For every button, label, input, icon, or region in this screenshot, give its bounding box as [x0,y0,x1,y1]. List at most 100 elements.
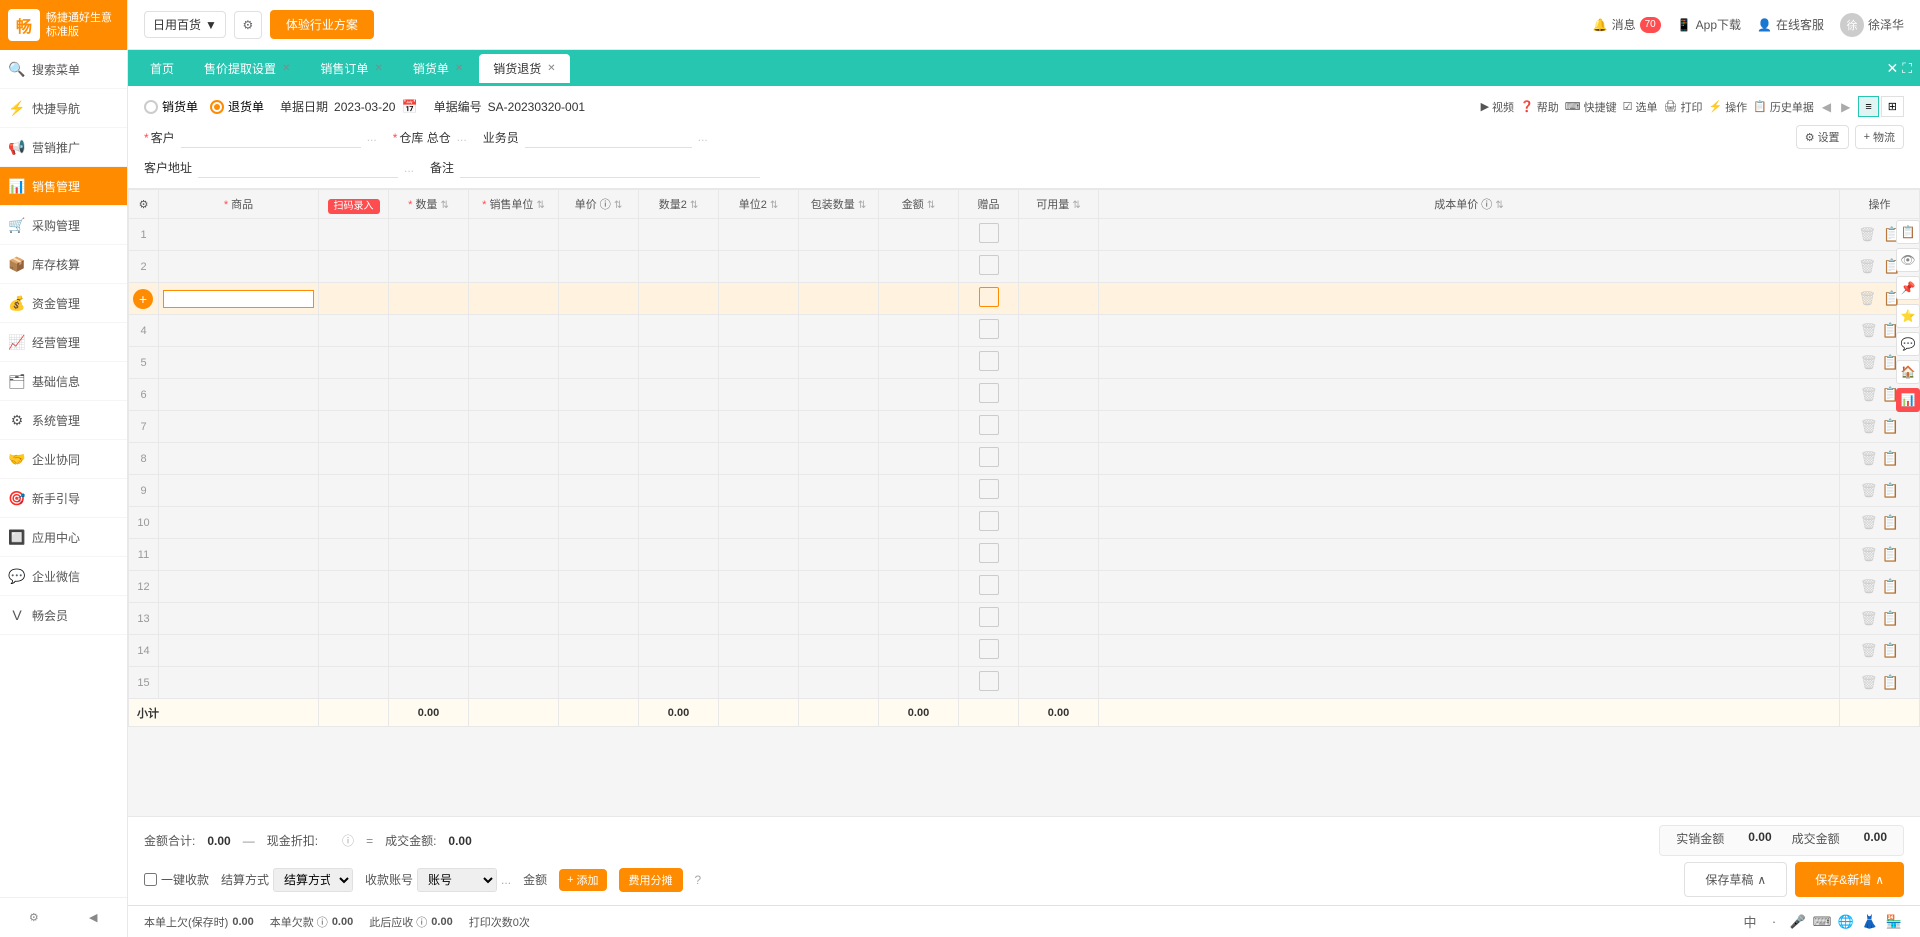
delete-row-7[interactable]: 🗑 [1860,418,1878,434]
sidebar-item-coop[interactable]: 🤝 企业协同 [0,440,127,479]
customer-dots[interactable]: ... [367,130,377,144]
right-panel-icon-2[interactable]: 👁 [1896,248,1920,272]
cost-sort-icon[interactable]: ⇅ [1495,200,1503,211]
tab-close-order[interactable]: ✕ [374,63,382,74]
user-menu[interactable]: 徐 徐泽华 [1840,13,1904,37]
payment-checkbox[interactable] [144,873,157,886]
scan-btn[interactable]: 扫码录入 [328,199,380,214]
tab-close-sale[interactable]: ✕ [455,63,463,74]
help-circle-icon[interactable]: ⓘ [342,832,354,849]
radio-return-order[interactable]: 退货单 [210,98,264,115]
statusbar-icon-1[interactable]: 中 [1740,912,1760,932]
amount-sort-icon[interactable]: ⇅ [927,200,935,211]
copy-row-12[interactable]: 📋 [1882,578,1899,594]
sidebar-item-purchase[interactable]: 🛒 采购管理 [0,206,127,245]
gift-check-11[interactable] [979,543,999,563]
copy-row-10[interactable]: 📋 [1882,514,1899,530]
gift-check-1[interactable] [979,223,999,243]
delete-row-2[interactable]: 🗑 [1858,258,1876,274]
sidebar-item-operation[interactable]: 📈 经营管理 [0,323,127,362]
right-panel-icon-1[interactable]: 📋 [1896,220,1920,244]
sidebar-item-shortcut[interactable]: ⚡ 快捷导航 [0,89,127,128]
sidebar-item-marketing[interactable]: 📢 营销推广 [0,128,127,167]
shortcut-btn[interactable]: ⌨ 快捷键 [1565,99,1617,115]
fee-help-icon[interactable]: ? [695,873,702,887]
message-btn[interactable]: 🔔 消息 70 [1593,16,1661,33]
gift-check-2[interactable] [979,255,999,275]
copy-row-11[interactable]: 📋 [1882,546,1899,562]
gift-check-7[interactable] [979,415,999,435]
sidebar-settings-btn[interactable]: ⚙ [8,906,60,929]
address-dots[interactable]: ... [404,161,414,175]
statusbar-icon-7[interactable]: 🏪 [1884,912,1904,932]
gift-check-6[interactable] [979,383,999,403]
select-btn[interactable]: ☑ 选单 [1623,99,1658,115]
add-row-btn[interactable]: + [133,289,153,309]
sidebar-item-appcenter[interactable]: 🔲 应用中心 [0,518,127,557]
tab-price[interactable]: 售价提取设置 ✕ [190,54,304,83]
add-payment-btn[interactable]: + 添加 [559,869,606,891]
gift-check-8[interactable] [979,447,999,467]
gift-check-13[interactable] [979,607,999,627]
trial-btn[interactable]: 体验行业方案 [270,10,374,39]
account-dots[interactable]: ... [501,873,511,887]
gift-check-10[interactable] [979,511,999,531]
copy-row-14[interactable]: 📋 [1882,642,1899,658]
gift-check-14[interactable] [979,639,999,659]
statusbar-icon-5[interactable]: 🌐 [1836,912,1856,932]
sidebar-item-wechat[interactable]: 💬 企业微信 [0,557,127,596]
sidebar-item-sales[interactable]: 📊 销售管理 [0,167,127,206]
right-panel-icon-4[interactable]: ⭐ [1896,304,1920,328]
save-draft-btn[interactable]: 保存草稿 ∧ [1684,862,1787,897]
gift-check-4[interactable] [979,319,999,339]
unit-sort-icon[interactable]: ⇅ [537,200,545,211]
help-btn[interactable]: ❓ 帮助 [1520,99,1559,115]
remark-input[interactable] [460,157,760,178]
calendar-icon[interactable]: 📅 [401,99,417,115]
grid-view-btn[interactable]: ⊞ [1881,96,1904,117]
delete-row-8[interactable]: 🗑 [1860,450,1878,466]
delete-row-10[interactable]: 🗑 [1860,514,1878,530]
customer-input[interactable] [181,127,361,148]
gift-check-5[interactable] [979,351,999,371]
copy-row-7[interactable]: 📋 [1882,418,1899,434]
sidebar-item-basic[interactable]: 🗂 基础信息 [0,362,127,401]
logistics-btn[interactable]: + 物流 [1855,125,1904,149]
topbar-settings-btn[interactable]: ⚙ [234,11,262,39]
right-panel-icon-5[interactable]: 💬 [1896,332,1920,356]
sidebar-item-member[interactable]: V 畅会员 [0,596,127,635]
radio-sale-order[interactable]: 销货单 [144,98,198,115]
delete-row-9[interactable]: 🗑 [1860,482,1878,498]
statusbar-icon-3[interactable]: 🎤 [1788,912,1808,932]
payment-checkbox-label[interactable]: 一键收款 [144,871,209,888]
online-service-btn[interactable]: 👤 在线客服 [1757,16,1824,33]
unit2-sort-icon[interactable]: ⇅ [770,200,778,211]
delete-row-11[interactable]: 🗑 [1860,546,1878,562]
setting-btn[interactable]: ⚙ 设置 [1796,125,1849,149]
gift-check-9[interactable] [979,479,999,499]
salesperson-input[interactable] [525,127,692,148]
app-download-btn[interactable]: 📱 App下载 [1677,16,1741,33]
sidebar-item-search[interactable]: 🔍 搜索菜单 [0,50,127,89]
tab-order[interactable]: 销售订单 ✕ [306,54,396,83]
sidebar-item-system[interactable]: ⚙ 系统管理 [0,401,127,440]
sidebar-item-inventory[interactable]: 📦 库存核算 [0,245,127,284]
right-panel-icon-7[interactable]: 📊 [1896,388,1920,412]
copy-row-9[interactable]: 📋 [1882,482,1899,498]
minus-icon[interactable]: — [243,834,255,848]
close-all-tabs-btn[interactable]: ✕ [1886,60,1898,77]
address-input[interactable] [198,157,398,178]
tab-home[interactable]: 首页 [136,54,188,83]
price-sort-icon[interactable]: ⇅ [614,200,622,211]
module-select[interactable]: 日用百货 ▼ [144,11,226,38]
tab-sale[interactable]: 销货单 ✕ [399,54,477,83]
delete-row-5[interactable]: 🗑 [1860,354,1878,370]
gift-check-15[interactable] [979,671,999,691]
delete-row-1[interactable]: 🗑 [1858,226,1876,242]
tab-close-price[interactable]: ✕ [282,63,290,74]
tab-close-return[interactable]: ✕ [547,63,555,74]
delete-row-13[interactable]: 🗑 [1860,610,1878,626]
gift-check-12[interactable] [979,575,999,595]
delete-row-14[interactable]: 🗑 [1860,642,1878,658]
warehouse-dots[interactable]: ... [457,130,467,144]
